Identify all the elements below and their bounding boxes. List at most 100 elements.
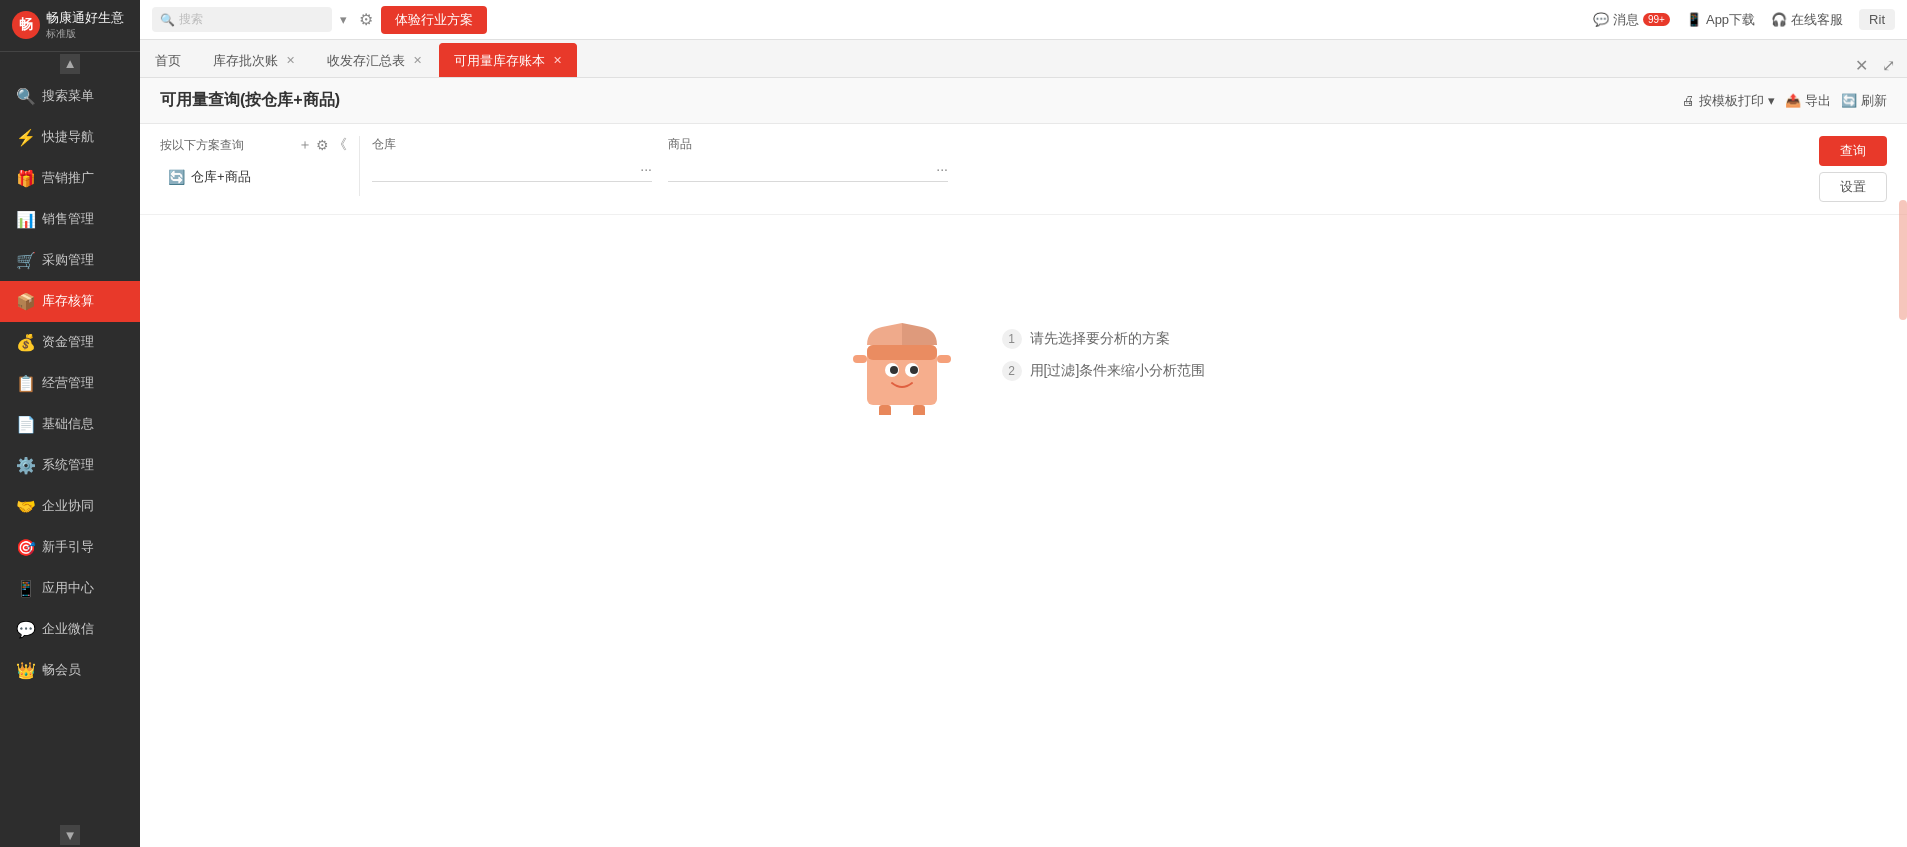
export-label: 导出 <box>1805 92 1831 110</box>
service-label: 在线客服 <box>1791 11 1843 29</box>
sidebar-item-inventory[interactable]: 📦 库存核算 <box>0 281 140 322</box>
empty-state-inner: 1 请先选择要分析的方案 2 用[过滤]条件来缩小分析范围 <box>842 295 1206 415</box>
collapse-scheme-btn[interactable]: 《 <box>333 136 347 154</box>
svg-rect-7 <box>913 405 925 415</box>
user-menu[interactable]: Rit <box>1859 9 1895 30</box>
sidebar-item-wechat[interactable]: 💬 企业微信 <box>0 609 140 650</box>
settings-scheme-btn[interactable]: ⚙ <box>316 136 329 154</box>
filter-area: 按以下方案查询 ＋ ⚙ 《 🔄 仓库+商品 仓库 <box>140 124 1907 215</box>
sidebar-item-label: 企业协同 <box>42 497 94 515</box>
sidebar-item-purchase[interactable]: 🛒 采购管理 <box>0 240 140 281</box>
sidebar-item-label: 快捷导航 <box>42 128 94 146</box>
sidebar-nav: 🔍 搜索菜单 ⚡ 快捷导航 🎁 营销推广 📊 销售管理 🛒 采购管理 📦 库存核… <box>0 76 140 823</box>
filter-settings-btn[interactable]: 设置 <box>1819 172 1887 202</box>
sidebar-item-operations[interactable]: 📋 经营管理 <box>0 363 140 404</box>
tab-summary-label: 收发存汇总表 <box>327 52 405 70</box>
product-more-btn[interactable]: ··· <box>936 161 948 177</box>
sidebar-item-finance[interactable]: 💰 资金管理 <box>0 322 140 363</box>
main-area: 🔍 搜索 ▾ ⚙ 体验行业方案 💬 消息 99+ 📱 App下载 🎧 在线客服 … <box>140 0 1907 847</box>
tab-expand-btn[interactable]: ⤢ <box>1878 54 1899 77</box>
industry-btn[interactable]: 体验行业方案 <box>381 6 487 34</box>
message-icon: 💬 <box>1593 12 1609 27</box>
tab-home-label: 首页 <box>155 52 181 70</box>
right-scrollbar[interactable] <box>1899 200 1907 320</box>
app-download-btn[interactable]: 📱 App下载 <box>1686 11 1755 29</box>
sidebar-item-marketing[interactable]: 🎁 营销推广 <box>0 158 140 199</box>
sidebar-item-system[interactable]: ⚙️ 系统管理 <box>0 445 140 486</box>
sidebar-item-member[interactable]: 👑 畅会员 <box>0 650 140 691</box>
sidebar-item-sales[interactable]: 📊 销售管理 <box>0 199 140 240</box>
sidebar-item-enterprise[interactable]: 🤝 企业协同 <box>0 486 140 527</box>
sidebar-item-label: 经营管理 <box>42 374 94 392</box>
tab-summary-close[interactable]: ✕ <box>413 54 422 67</box>
logo-icon: 畅 <box>12 11 40 39</box>
empty-tips: 1 请先选择要分析的方案 2 用[过滤]条件来缩小分析范围 <box>1002 329 1206 381</box>
tab-summary[interactable]: 收发存汇总表 ✕ <box>312 43 437 77</box>
warehouse-input[interactable] <box>372 162 636 177</box>
tip-num-2: 2 <box>1002 361 1022 381</box>
tab-close-btn[interactable]: ✕ <box>1851 54 1872 77</box>
tip-text-1: 请先选择要分析的方案 <box>1030 330 1170 348</box>
sidebar-item-appstore[interactable]: 📱 应用中心 <box>0 568 140 609</box>
print-template-btn[interactable]: 🖨 按模板打印 ▾ <box>1682 92 1775 110</box>
search-placeholder: 搜索 <box>179 11 203 28</box>
print-icon: 🖨 <box>1682 93 1695 108</box>
svg-rect-9 <box>937 355 951 363</box>
finance-icon: 💰 <box>16 333 34 352</box>
app-label: App下载 <box>1706 11 1755 29</box>
sidebar-item-label: 基础信息 <box>42 415 94 433</box>
service-icon: 🎧 <box>1771 12 1787 27</box>
tab-batch[interactable]: 库存批次账 ✕ <box>198 43 310 77</box>
warehouse-more-btn[interactable]: ··· <box>640 161 652 177</box>
export-icon: 📤 <box>1785 93 1801 108</box>
warehouse-filter: 仓库 ··· <box>372 136 652 182</box>
tab-available-close[interactable]: ✕ <box>553 54 562 67</box>
print-dropdown-icon: ▾ <box>1768 93 1775 108</box>
operations-icon: 📋 <box>16 374 34 393</box>
refresh-icon: 🔄 <box>1841 93 1857 108</box>
topbar-right: 💬 消息 99+ 📱 App下载 🎧 在线客服 Rit <box>1593 9 1895 30</box>
member-icon: 👑 <box>16 661 34 680</box>
sidebar-item-shortcut[interactable]: ⚡ 快捷导航 <box>0 117 140 158</box>
logo-sub: 标准版 <box>46 27 124 41</box>
filter-schemes-header: 按以下方案查询 ＋ ⚙ 《 <box>160 136 347 154</box>
svg-point-5 <box>910 366 918 374</box>
add-scheme-btn[interactable]: ＋ <box>298 136 312 154</box>
tab-home[interactable]: 首页 <box>140 43 196 77</box>
export-btn[interactable]: 📤 导出 <box>1785 92 1831 110</box>
filter-actions: 查询 设置 <box>1819 136 1887 202</box>
message-btn[interactable]: 💬 消息 99+ <box>1593 11 1670 29</box>
tab-batch-close[interactable]: ✕ <box>286 54 295 67</box>
wechat-icon: 💬 <box>16 620 34 639</box>
scheme-item-warehouse-product[interactable]: 🔄 仓库+商品 <box>160 162 347 192</box>
sidebar-item-label: 库存核算 <box>42 292 94 310</box>
svg-point-4 <box>890 366 898 374</box>
search-icon: 🔍 <box>160 13 175 27</box>
online-service-btn[interactable]: 🎧 在线客服 <box>1771 11 1843 29</box>
tab-available-label: 可用量库存账本 <box>454 52 545 70</box>
tab-available[interactable]: 可用量库存账本 ✕ <box>439 43 577 77</box>
sidebar-item-newbie[interactable]: 🎯 新手引导 <box>0 527 140 568</box>
tab-batch-label: 库存批次账 <box>213 52 278 70</box>
sidebar-item-label: 销售管理 <box>42 210 94 228</box>
filter-schemes: 按以下方案查询 ＋ ⚙ 《 🔄 仓库+商品 <box>160 136 360 196</box>
sidebar-item-search[interactable]: 🔍 搜索菜单 <box>0 76 140 117</box>
sidebar-item-label: 营销推广 <box>42 169 94 187</box>
sidebar-item-label: 应用中心 <box>42 579 94 597</box>
product-input[interactable] <box>668 162 932 177</box>
sidebar-scroll-up[interactable]: ▲ <box>60 54 80 74</box>
query-btn[interactable]: 查询 <box>1819 136 1887 166</box>
sidebar-scroll-down[interactable]: ▼ <box>60 825 80 845</box>
dropdown-icon[interactable]: ▾ <box>340 12 347 27</box>
page-header: 可用量查询(按仓库+商品) 🖨 按模板打印 ▾ 📤 导出 🔄 刷新 <box>140 78 1907 124</box>
shortcut-icon: ⚡ <box>16 128 34 147</box>
empty-state: 1 请先选择要分析的方案 2 用[过滤]条件来缩小分析范围 <box>140 215 1907 495</box>
sidebar-item-label: 资金管理 <box>42 333 94 351</box>
topbar-search-box[interactable]: 🔍 搜索 <box>152 7 332 32</box>
gear-icon[interactable]: ⚙ <box>359 10 373 29</box>
sidebar-item-basic[interactable]: 📄 基础信息 <box>0 404 140 445</box>
page-title: 可用量查询(按仓库+商品) <box>160 90 340 111</box>
schemes-title: 按以下方案查询 <box>160 137 244 154</box>
refresh-btn[interactable]: 🔄 刷新 <box>1841 92 1887 110</box>
appstore-icon: 📱 <box>16 579 34 598</box>
